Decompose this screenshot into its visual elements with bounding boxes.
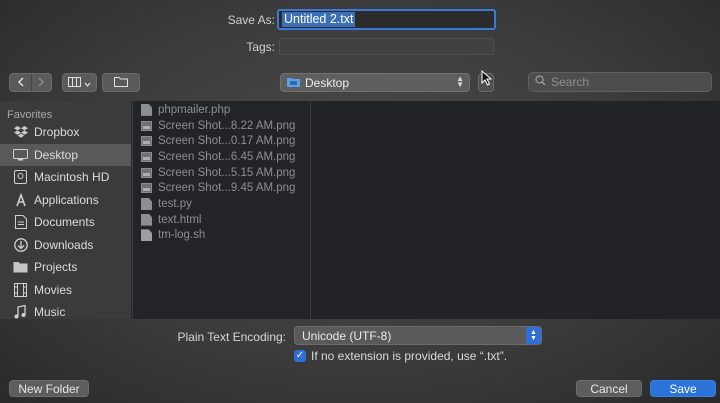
folder-icon [13,260,28,274]
image-file-icon [141,183,152,194]
file-name: Screen Shot...0.17 AM.png [158,135,296,148]
new-folder-toolbar-button[interactable] [102,73,140,92]
folder-icon [114,76,128,90]
search-field[interactable]: Search [528,72,712,92]
save-dialog: Save As: Untitled 2.txt Tags: Desktop ▲ … [0,0,720,403]
document-file-icon [141,213,152,226]
image-file-icon [141,167,152,178]
file-row[interactable]: Screen Shot...8.22 AM.png [133,118,310,134]
sidebar-item-macintosh-hd[interactable]: Macintosh HD [0,166,131,189]
new-folder-button[interactable]: New Folder [9,380,89,397]
sidebar-item-label: Documents [34,215,95,230]
sidebar-item-dropbox[interactable]: Dropbox [0,121,131,144]
sidebar-item-label: Movies [34,282,73,297]
location-label: Desktop [305,75,350,90]
nav-back-forward [9,73,52,92]
sidebar-section-title: Favorites [7,109,53,121]
empty-column [311,101,720,319]
sidebar-item-label: Dropbox [34,125,80,140]
file-name: test.py [158,197,192,210]
file-name: phpmailer.php [158,103,231,116]
sidebar-item-music[interactable]: Music [0,301,131,324]
file-row[interactable]: Screen Shot...9.45 AM.png [133,180,310,196]
image-file-icon [141,151,152,162]
sidebar-item-label: Desktop [34,147,79,162]
updown-chevron-icon: ▲ ▼ [456,74,464,89]
file-name: Screen Shot...9.45 AM.png [158,182,296,195]
extension-checkbox-label: If no extension is provided, use “.txt”. [311,349,508,363]
sidebar-item-movies[interactable]: Movies [0,279,131,302]
file-row[interactable]: phpmailer.php [133,102,310,118]
view-mode-button[interactable] [62,73,97,92]
desktop-icon [13,148,28,162]
sidebar-item-label: Downloads [34,237,94,252]
columns-icon [68,76,81,90]
search-placeholder: Search [551,75,590,89]
music-icon [13,305,28,319]
file-row[interactable]: test.py [133,196,310,212]
file-list: phpmailer.php Screen Shot...8.22 AM.png … [133,101,310,243]
sidebar-item-label: Projects [34,260,78,275]
file-name: Screen Shot...8.22 AM.png [158,119,296,132]
sidebar-item-documents[interactable]: Documents [0,211,131,234]
forward-button[interactable] [30,74,52,91]
encoding-value: Unicode (UTF-8) [302,328,392,343]
file-row[interactable]: Screen Shot...0.17 AM.png [133,133,310,149]
location-popup[interactable]: Desktop ▲ ▼ [280,73,470,92]
file-name: text.html [158,213,202,226]
sidebar-item-label: Macintosh HD [34,170,110,185]
harddrive-icon [13,170,28,185]
sidebar-item-label: Applications [34,192,99,207]
chevron-left-icon [17,76,24,90]
image-file-icon [141,120,152,131]
cancel-button[interactable]: Cancel [576,380,642,397]
sidebar: Favorites Dropbox Desktop Macintosh HD A… [0,101,132,319]
file-row[interactable]: tm-log.sh [133,228,310,244]
file-name: Screen Shot...6.45 AM.png [158,150,296,163]
documents-icon [13,215,28,230]
sidebar-item-label: Music [34,305,66,320]
checkmark-icon[interactable]: ✓ [294,350,306,362]
dropbox-icon [13,125,28,139]
document-file-icon [141,103,152,116]
file-row[interactable]: text.html [133,212,310,228]
filename-text: Untitled 2.txt [282,12,356,27]
encoding-select[interactable]: Unicode (UTF-8) ▲ ▼ [294,326,542,345]
sidebar-item-applications[interactable]: Applications [0,189,131,212]
mouse-cursor-icon [481,69,493,89]
file-column: phpmailer.php Screen Shot...8.22 AM.png … [133,101,311,319]
save-button[interactable]: Save [650,380,716,397]
encoding-label: Plain Text Encoding: [177,330,286,344]
updown-chevron-icon: ▲ ▼ [526,327,541,344]
tags-label: Tags: [246,40,275,54]
extension-checkbox-row[interactable]: ✓ If no extension is provided, use “.txt… [294,349,507,363]
applications-icon [13,192,28,207]
save-as-label: Save As: [227,13,275,27]
sidebar-item-projects[interactable]: Projects [0,256,131,279]
movies-icon [13,282,28,297]
file-row[interactable]: Screen Shot...5.15 AM.png [133,165,310,181]
back-button[interactable] [10,74,31,91]
file-name: Screen Shot...5.15 AM.png [158,166,296,179]
chevron-down-icon [84,76,91,90]
chevron-right-icon [38,76,45,90]
sidebar-item-downloads[interactable]: Downloads [0,234,131,257]
desktop-folder-icon [287,76,300,90]
shell-file-icon [141,229,152,242]
image-file-icon [141,136,152,147]
document-file-icon [141,197,152,210]
filename-field[interactable]: Untitled 2.txt [277,9,496,30]
file-row[interactable]: Screen Shot...6.45 AM.png [133,149,310,165]
file-name: tm-log.sh [158,229,206,242]
downloads-icon [13,237,28,252]
search-icon [535,75,546,89]
tags-field[interactable] [279,38,494,55]
sidebar-item-desktop[interactable]: Desktop [0,143,131,166]
